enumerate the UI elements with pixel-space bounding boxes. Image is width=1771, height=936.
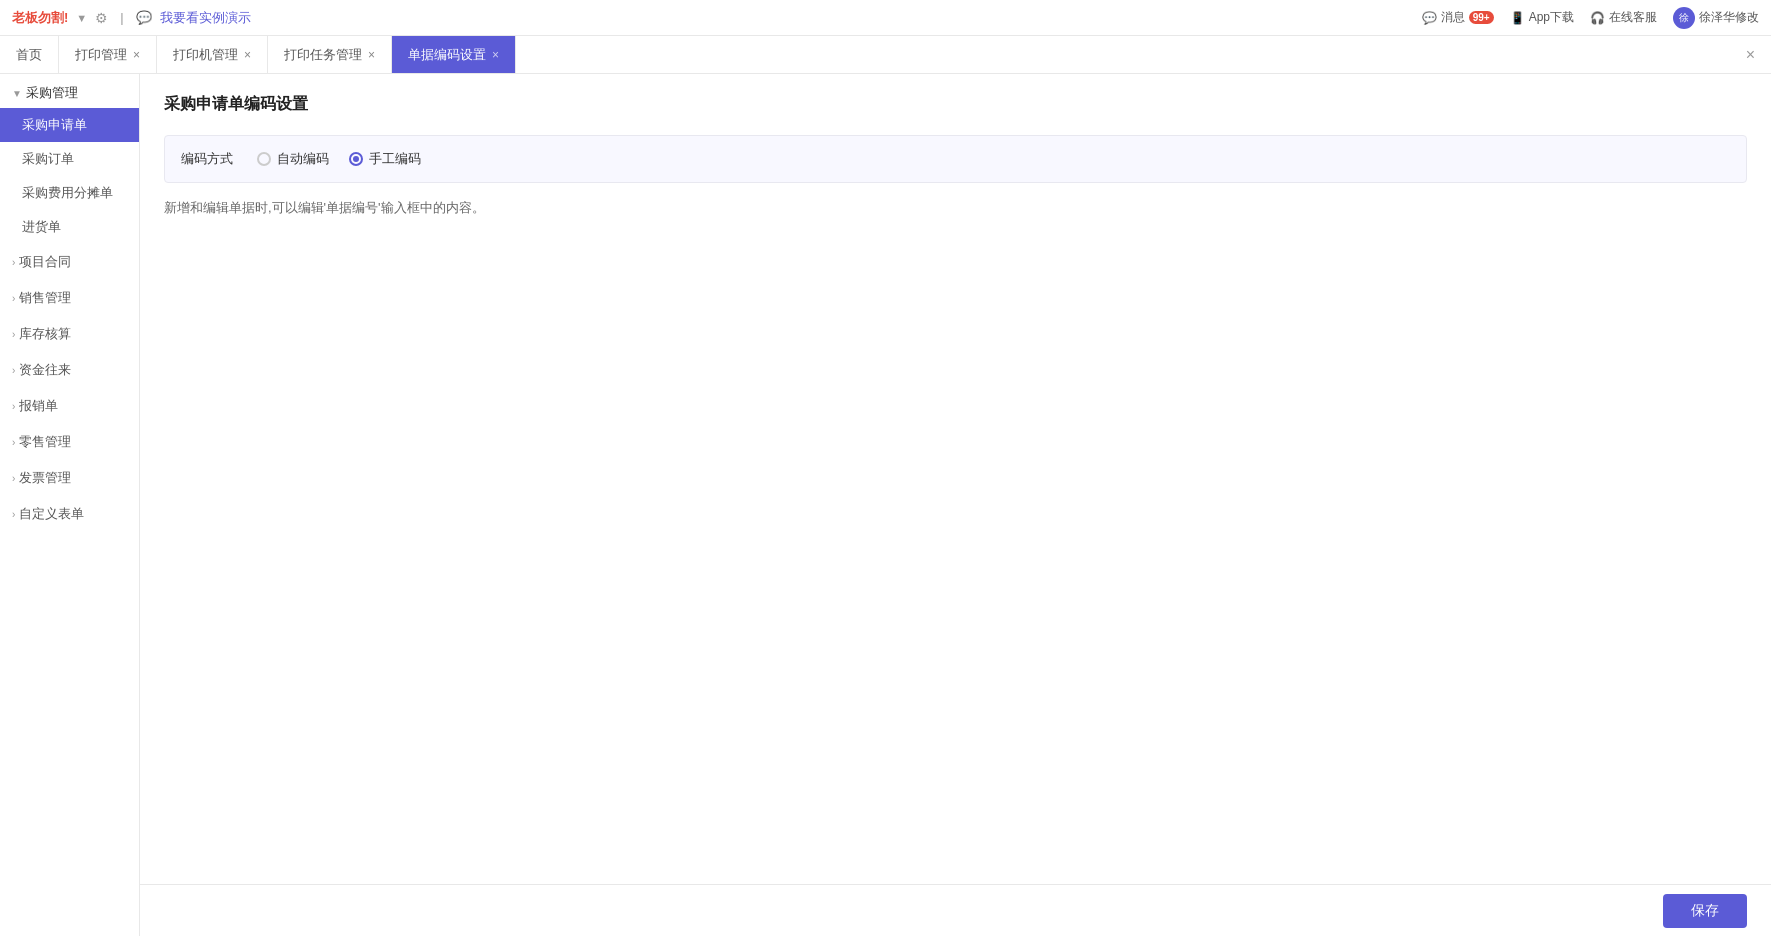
radio-auto-label: 自动编码 [277, 150, 329, 168]
announcement-text[interactable]: 我要看实例演示 [160, 9, 251, 27]
chevron-right-icon: › [12, 473, 15, 484]
chevron-right-icon: › [12, 509, 15, 520]
top-bar-right: 💬 消息 99+ 📱 App下载 🎧 在线客服 徐 徐泽华修改 [1422, 7, 1759, 29]
chevron-right-icon: › [12, 257, 15, 268]
tab-home-label: 首页 [16, 46, 42, 64]
message-button[interactable]: 💬 消息 99+ [1422, 9, 1494, 26]
sidebar-group-sales[interactable]: › 销售管理 [0, 280, 139, 316]
tab-print-task[interactable]: 打印任务管理 × [268, 36, 392, 73]
tab-print-task-label: 打印任务管理 [284, 46, 362, 64]
content-footer: 保存 [140, 884, 1771, 936]
close-all-tabs[interactable]: × [1730, 36, 1771, 73]
main-layout: ▼ 采购管理 采购申请单 采购订单 采购费用分摊单 进货单 › 项目合同 › 销… [0, 74, 1771, 936]
save-button[interactable]: 保存 [1663, 894, 1747, 928]
logo-text: 老板勿割! [12, 9, 68, 27]
sidebar-group-capital[interactable]: › 资金往来 [0, 352, 139, 388]
tab-encode-setting[interactable]: 单据编码设置 × [392, 36, 516, 73]
radio-auto-encode[interactable]: 自动编码 [257, 150, 329, 168]
sidebar-group-purchase-label: 采购管理 [26, 84, 78, 102]
tab-encode-setting-close[interactable]: × [492, 49, 499, 61]
top-bar-left: 老板勿割! ▼ ⚙ | 💬 我要看实例演示 [12, 9, 251, 27]
sidebar-group-project-contract[interactable]: › 项目合同 [0, 244, 139, 280]
tab-encode-setting-label: 单据编码设置 [408, 46, 486, 64]
content-area: 采购申请单编码设置 编码方式 自动编码 手工编码 新增和编辑单据时,可以编辑'单… [140, 74, 1771, 936]
sidebar-group-expense-report[interactable]: › 报销单 [0, 388, 139, 424]
content-inner: 采购申请单编码设置 编码方式 自动编码 手工编码 新增和编辑单据时,可以编辑'单… [140, 74, 1771, 884]
announcement-icon: 💬 [136, 10, 152, 25]
hint-text: 新增和编辑单据时,可以编辑'单据编号'输入框中的内容。 [164, 199, 1747, 217]
online-service-icon: 🎧 [1590, 11, 1605, 25]
sidebar-group-inventory[interactable]: › 库存核算 [0, 316, 139, 352]
tab-printer-management-label: 打印机管理 [173, 46, 238, 64]
user-name: 徐泽华修改 [1699, 9, 1759, 26]
sidebar-group-invoice[interactable]: › 发票管理 [0, 460, 139, 496]
radio-group-encode: 自动编码 手工编码 [257, 150, 421, 168]
avatar: 徐 [1673, 7, 1695, 29]
user-avatar-button[interactable]: 徐 徐泽华修改 [1673, 7, 1759, 29]
tab-home[interactable]: 首页 [0, 36, 59, 73]
sidebar-group-purchase[interactable]: ▼ 采购管理 [0, 74, 139, 108]
page-title: 采购申请单编码设置 [164, 94, 1747, 115]
message-badge: 99+ [1469, 11, 1494, 24]
settings-icon[interactable]: ⚙ [95, 10, 108, 26]
chevron-down-icon[interactable]: ▼ [76, 12, 87, 24]
sidebar-item-purchase-expense[interactable]: 采购费用分摊单 [0, 176, 139, 210]
radio-manual-label: 手工编码 [369, 150, 421, 168]
encode-label: 编码方式 [181, 150, 233, 168]
tab-print-management-label: 打印管理 [75, 46, 127, 64]
sidebar: ▼ 采购管理 采购申请单 采购订单 采购费用分摊单 进货单 › 项目合同 › 销… [0, 74, 140, 936]
radio-auto-circle [257, 152, 271, 166]
radio-manual-circle [349, 152, 363, 166]
chevron-right-icon: › [12, 329, 15, 340]
tab-print-task-close[interactable]: × [368, 49, 375, 61]
chevron-right-icon: › [12, 365, 15, 376]
app-download-button[interactable]: 📱 App下载 [1510, 9, 1574, 26]
message-icon: 💬 [1422, 11, 1437, 25]
tab-bar: 首页 打印管理 × 打印机管理 × 打印任务管理 × 单据编码设置 × × [0, 36, 1771, 74]
encode-section: 编码方式 自动编码 手工编码 [164, 135, 1747, 183]
chevron-down-icon: ▼ [12, 88, 22, 99]
sidebar-group-custom-form[interactable]: › 自定义表单 [0, 496, 139, 532]
tab-printer-management[interactable]: 打印机管理 × [157, 36, 268, 73]
online-service-button[interactable]: 🎧 在线客服 [1590, 9, 1657, 26]
app-download-icon: 📱 [1510, 11, 1525, 25]
chevron-right-icon: › [12, 401, 15, 412]
sidebar-item-purchase-request[interactable]: 采购申请单 [0, 108, 139, 142]
chevron-right-icon: › [12, 293, 15, 304]
tab-print-management-close[interactable]: × [133, 49, 140, 61]
tab-print-management[interactable]: 打印管理 × [59, 36, 157, 73]
radio-manual-encode[interactable]: 手工编码 [349, 150, 421, 168]
sidebar-item-purchase-receipt[interactable]: 进货单 [0, 210, 139, 244]
chevron-right-icon: › [12, 437, 15, 448]
sidebar-group-retail[interactable]: › 零售管理 [0, 424, 139, 460]
top-bar: 老板勿割! ▼ ⚙ | 💬 我要看实例演示 💬 消息 99+ 📱 App下载 🎧… [0, 0, 1771, 36]
tab-printer-management-close[interactable]: × [244, 49, 251, 61]
sidebar-item-purchase-order[interactable]: 采购订单 [0, 142, 139, 176]
